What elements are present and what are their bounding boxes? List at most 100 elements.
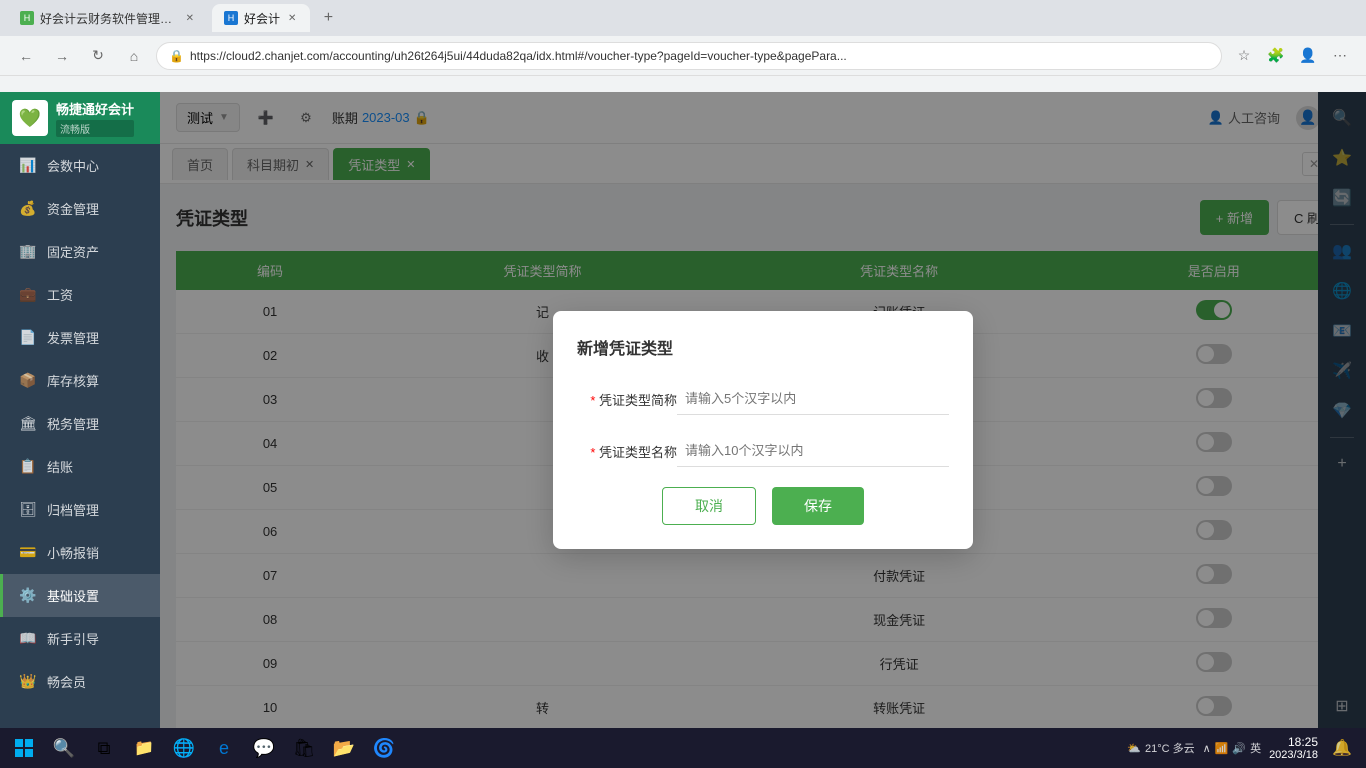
address-bar: ← → ↻ ⌂ 🔒 https://cloud2.chanjet.com/acc… (0, 36, 1366, 76)
sidebar-item-label: 归档管理 (47, 500, 99, 519)
expense-icon: 💳 (19, 544, 37, 562)
inventory-icon: 📦 (19, 372, 37, 390)
sidebar-item-fixed-assets[interactable]: 🏢 固定资产 (0, 230, 160, 273)
refresh-button[interactable]: ↻ (84, 42, 112, 70)
new-voucher-modal: 新增凭证类型 凭证类型简称 凭证类型名称 取消 保存 (553, 311, 973, 549)
modal-overlay: 新增凭证类型 凭证类型简称 凭证类型名称 取消 保存 (160, 92, 1366, 768)
profile-button[interactable]: 👤 (1294, 42, 1322, 70)
sidebar-item-label: 工资 (47, 285, 73, 304)
sidebar-logo: 💚 畅捷通好会计 流畅版 (0, 92, 160, 144)
forward-button[interactable]: → (48, 42, 76, 70)
taskbar-chrome-button[interactable]: 🌐 (168, 732, 200, 764)
salary-icon: 💼 (19, 286, 37, 304)
tab-close-1[interactable]: ✕ (184, 11, 196, 26)
funds-icon: 💰 (19, 200, 37, 218)
sidebar-item-tax[interactable]: 🏛 税务管理 (0, 402, 160, 445)
time-display: 18:25 (1288, 735, 1318, 749)
logo-main: 畅捷通好会计 (56, 99, 134, 118)
sidebar-item-salary[interactable]: 💼 工资 (0, 273, 160, 316)
sidebar: 💚 畅捷通好会计 流畅版 📊 会数中心 💰 资金管理 🏢 固定资产 💼 工资 (0, 92, 160, 768)
dashboard-icon: 📊 (19, 157, 37, 175)
sidebar-item-label: 新手引导 (47, 629, 99, 648)
taskbar-edge-button[interactable]: e (208, 732, 240, 764)
modal-title: 新增凭证类型 (577, 335, 949, 359)
taskbar-explorer-button[interactable]: 📁 (128, 732, 160, 764)
weather-temp: 21°C 多云 (1145, 740, 1195, 756)
date-display: 2023/3/18 (1269, 749, 1318, 761)
taskbar-files-button[interactable]: 📂 (328, 732, 360, 764)
browser-tab-2[interactable]: H 好会计 ✕ (212, 4, 310, 32)
url-text: https://cloud2.chanjet.com/accounting/uh… (190, 49, 1209, 63)
member-icon: 👑 (19, 673, 37, 691)
taskbar-system-tray: ⛅ 21°C 多云 (1127, 740, 1194, 756)
sidebar-item-member[interactable]: 👑 畅会员 (0, 660, 160, 703)
new-tab-button[interactable]: + (314, 4, 342, 32)
sidebar-item-basic[interactable]: ⚙️ 基础设置 (0, 574, 160, 617)
taskbar-right: ⛅ 21°C 多云 ∧ 📶 🔊 英 18:25 2023/3/18 🔔 (1127, 732, 1358, 764)
sidebar-item-label: 基础设置 (47, 586, 99, 605)
extensions-button[interactable]: 🧩 (1262, 42, 1290, 70)
lock-icon: 🔒 (169, 49, 184, 63)
abbr-form-row: 凭证类型简称 (577, 383, 949, 415)
abbr-input[interactable] (677, 383, 949, 415)
settlement-icon: 📋 (19, 458, 37, 476)
abbr-label: 凭证类型简称 (577, 390, 677, 409)
taskbar-search-button[interactable]: 🔍 (48, 732, 80, 764)
fixed-assets-icon: 🏢 (19, 243, 37, 261)
name-label: 凭证类型名称 (577, 442, 677, 461)
sidebar-item-label: 税务管理 (47, 414, 99, 433)
sidebar-item-label: 库存核算 (47, 371, 99, 390)
sidebar-item-inventory[interactable]: 📦 库存核算 (0, 359, 160, 402)
sidebar-item-settlement[interactable]: 📋 结账 (0, 445, 160, 488)
back-button[interactable]: ← (12, 42, 40, 70)
sidebar-item-expense[interactable]: 💳 小畅报销 (0, 531, 160, 574)
notification-button[interactable]: 🔔 (1326, 732, 1358, 764)
name-form-row: 凭证类型名称 (577, 435, 949, 467)
taskbar: 🔍 ⧉ 📁 🌐 e 💬 🛍 📂 🌀 ⛅ 21°C 多云 ∧ 📶 🔊 英 18:2… (0, 728, 1366, 768)
archive-icon: 🗄 (19, 501, 37, 519)
tax-icon: 🏛 (19, 415, 37, 433)
browser-tab-1[interactable]: H 好会计云财务软件管理系统_会计 ✕ (8, 4, 208, 32)
sidebar-item-funds[interactable]: 💰 资金管理 (0, 187, 160, 230)
wifi-icon: 📶 (1215, 742, 1229, 755)
invoice-icon: 📄 (19, 329, 37, 347)
modal-footer: 取消 保存 (577, 487, 949, 525)
taskbar-wechat-button[interactable]: 💬 (248, 732, 280, 764)
browser-actions: ☆ 🧩 👤 ⋯ (1230, 42, 1354, 70)
tab-close-2[interactable]: ✕ (286, 11, 298, 26)
name-input[interactable] (677, 435, 949, 467)
favorites-button[interactable]: ☆ (1230, 42, 1258, 70)
weather-icon: ⛅ (1127, 742, 1141, 755)
sidebar-item-label: 畅会员 (47, 672, 86, 691)
sidebar-item-label: 结账 (47, 457, 73, 476)
logo-text: 畅捷通好会计 流畅版 (56, 99, 134, 137)
chevron-up-icon: ∧ (1203, 742, 1211, 755)
sidebar-scroll: 📊 会数中心 💰 资金管理 🏢 固定资产 💼 工资 📄 发票管理 📦 库 (0, 144, 160, 730)
sidebar-item-label: 固定资产 (47, 242, 99, 261)
save-button[interactable]: 保存 (772, 487, 864, 525)
sidebar-item-dashboard[interactable]: 📊 会数中心 (0, 144, 160, 187)
tab-title-2: 好会计 (244, 10, 280, 27)
logo-icon: 💚 (12, 100, 48, 136)
cancel-button[interactable]: 取消 (662, 487, 756, 525)
lang-indicator: 英 (1250, 740, 1261, 756)
url-bar[interactable]: 🔒 https://cloud2.chanjet.com/accounting/… (156, 42, 1222, 70)
taskbar-store-button[interactable]: 🛍 (288, 732, 320, 764)
sidebar-item-label: 会数中心 (47, 156, 99, 175)
tab-favicon-2: H (224, 11, 238, 25)
sidebar-item-guide[interactable]: 📖 新手引导 (0, 617, 160, 660)
guide-icon: 📖 (19, 630, 37, 648)
tab-bar: H 好会计云财务软件管理系统_会计 ✕ H 好会计 ✕ + (0, 0, 1366, 36)
taskbar-task-view-button[interactable]: ⧉ (88, 732, 120, 764)
sidebar-item-invoice[interactable]: 📄 发票管理 (0, 316, 160, 359)
taskbar-browser-button[interactable]: 🌀 (368, 732, 400, 764)
tab-title-1: 好会计云财务软件管理系统_会计 (40, 10, 178, 27)
tab-favicon-1: H (20, 11, 34, 25)
volume-icon: 🔊 (1232, 742, 1246, 755)
start-button[interactable] (8, 732, 40, 764)
home-button[interactable]: ⌂ (120, 42, 148, 70)
more-button[interactable]: ⋯ (1326, 42, 1354, 70)
sidebar-item-archive[interactable]: 🗄 归档管理 (0, 488, 160, 531)
taskbar-clock: 18:25 2023/3/18 (1269, 735, 1318, 761)
basic-icon: ⚙️ (19, 587, 37, 605)
